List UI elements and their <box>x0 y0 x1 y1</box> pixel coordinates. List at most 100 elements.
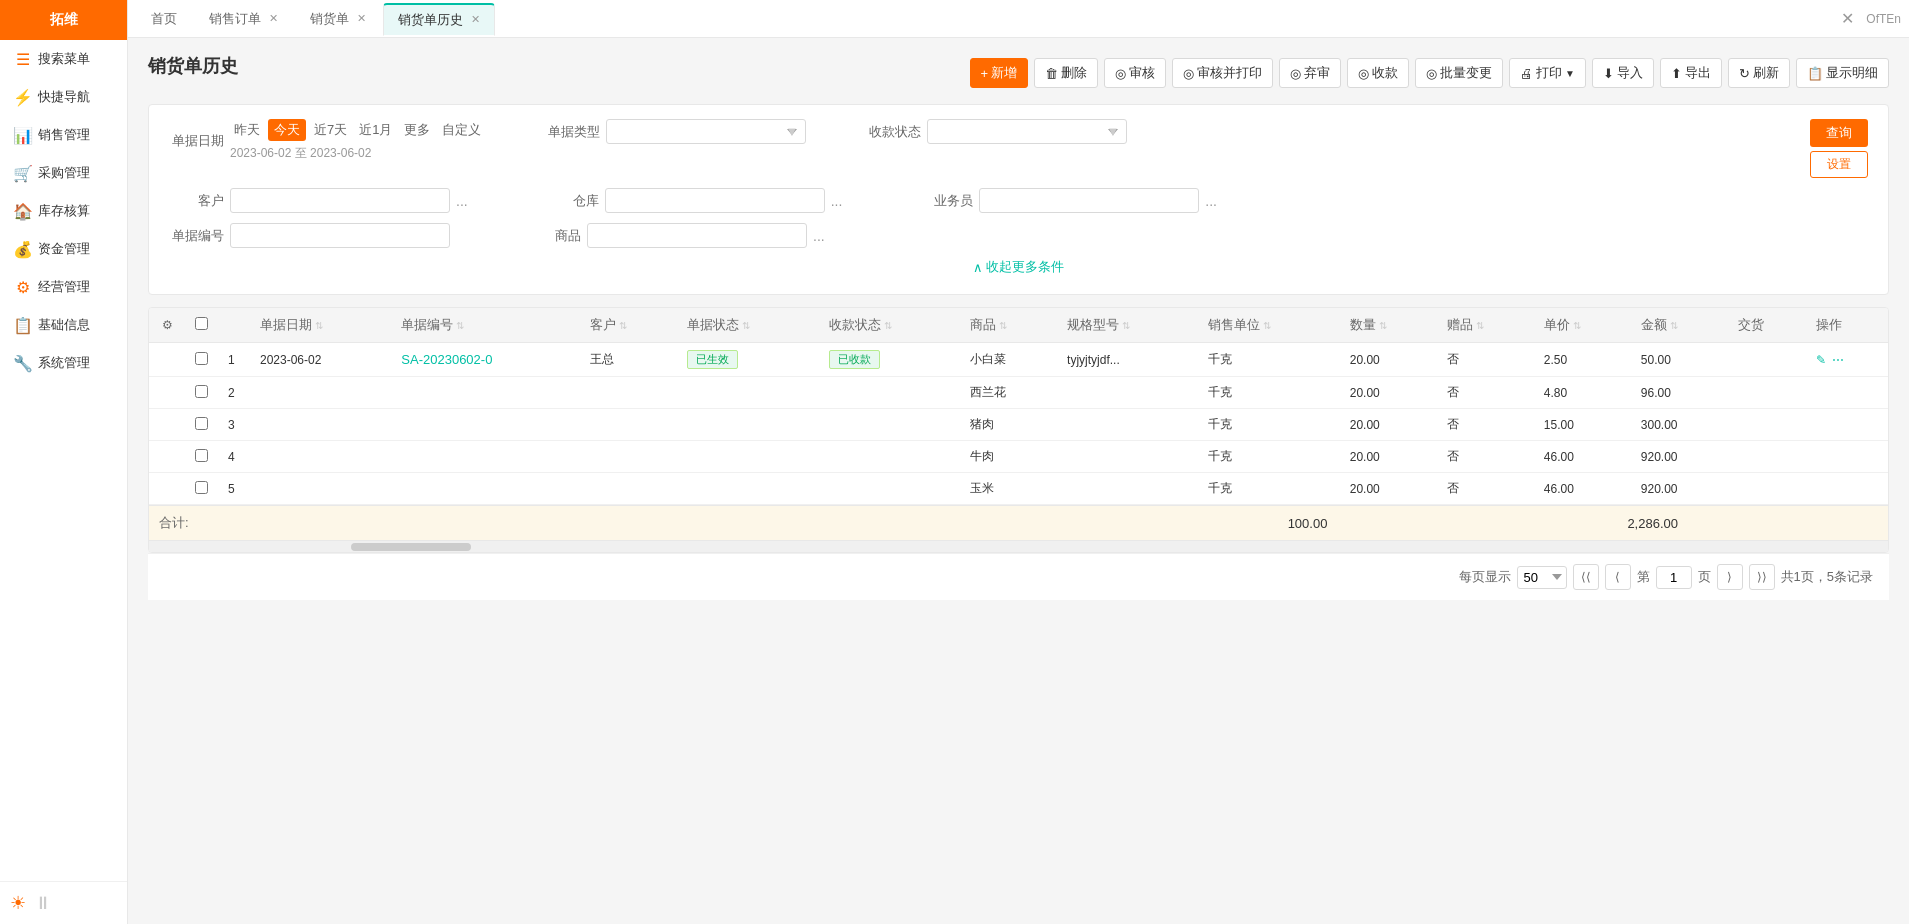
page-size-select[interactable]: 20 50 100 <box>1517 566 1567 589</box>
row-checkbox[interactable] <box>195 417 208 430</box>
th-spec[interactable]: 规格型号⇅ <box>1057 308 1198 343</box>
warehouse-dots[interactable]: ... <box>831 193 843 209</box>
tab-sales-order[interactable]: 销售订单 ✕ <box>194 3 293 35</box>
th-settings[interactable]: ⚙ <box>149 308 185 343</box>
tab-sales-history-close[interactable]: ✕ <box>471 13 480 26</box>
horizontal-scrollbar[interactable] <box>149 540 1888 552</box>
th-amount[interactable]: 金额⇅ <box>1631 308 1728 343</box>
tab-home[interactable]: 首页 <box>136 3 192 35</box>
th-doc-no[interactable]: 单据编号⇅ <box>391 308 580 343</box>
th-unit[interactable]: 销售单位⇅ <box>1198 308 1339 343</box>
tab-sales-history[interactable]: 销货单历史 ✕ <box>383 3 495 36</box>
audit-icon: ◎ <box>1115 66 1126 81</box>
row-checkbox[interactable] <box>195 385 208 398</box>
tab-sales-order-close[interactable]: ✕ <box>269 12 278 25</box>
customer-dots[interactable]: ... <box>456 193 468 209</box>
print-button[interactable]: 🖨 打印 ▼ <box>1509 58 1586 88</box>
first-page-button[interactable]: ⟨⟨ <box>1573 564 1599 590</box>
sidebar-bottom-icon1[interactable]: ☀ <box>10 892 26 914</box>
doc-type-input[interactable] <box>606 119 806 144</box>
goods-dots[interactable]: ... <box>813 228 825 244</box>
doc-no-link[interactable]: SA-20230602-0 <box>401 352 492 367</box>
sidebar-item-basic-info[interactable]: 📋 基础信息 <box>0 306 127 344</box>
scroll-thumb[interactable] <box>351 543 471 551</box>
sidebar-bottom-icon2[interactable]: ⏸ <box>34 893 52 914</box>
sidebar-item-search-menu[interactable]: ☰ 搜索菜单 <box>0 40 127 78</box>
td-checkbox[interactable] <box>185 343 218 377</box>
sidebar-item-ops-mgmt[interactable]: ⚙ 经营管理 <box>0 268 127 306</box>
th-customer[interactable]: 客户⇅ <box>580 308 677 343</box>
audit-print-button[interactable]: ◎ 审核并打印 <box>1172 58 1273 88</box>
td-doc-no[interactable] <box>391 441 580 473</box>
td-action[interactable] <box>1806 377 1888 409</box>
show-detail-button[interactable]: 📋 显示明细 <box>1796 58 1889 88</box>
row-checkbox[interactable] <box>195 481 208 494</box>
row-checkbox[interactable] <box>195 352 208 365</box>
th-doc-status[interactable]: 单据状态⇅ <box>677 308 818 343</box>
sidebar-item-sales-mgmt[interactable]: 📊 销售管理 <box>0 116 127 154</box>
sidebar-item-sys-mgmt[interactable]: 🔧 系统管理 <box>0 344 127 382</box>
page-number-input[interactable] <box>1656 566 1692 589</box>
more-btn[interactable]: ⋯ <box>1832 353 1844 367</box>
th-gift[interactable]: 赠品⇅ <box>1437 308 1534 343</box>
td-doc-no[interactable] <box>391 377 580 409</box>
doc-no-input[interactable] <box>230 223 450 248</box>
shortcut-today[interactable]: 今天 <box>268 119 306 141</box>
sidebar-item-purchase-mgmt[interactable]: 🛒 采购管理 <box>0 154 127 192</box>
shortcut-last7[interactable]: 近7天 <box>310 119 351 141</box>
td-checkbox[interactable] <box>185 377 218 409</box>
staff-input[interactable] <box>979 188 1199 213</box>
shortcut-more[interactable]: 更多 <box>400 119 434 141</box>
warehouse-input[interactable] <box>605 188 825 213</box>
shortcut-yesterday[interactable]: 昨天 <box>230 119 264 141</box>
td-action[interactable] <box>1806 441 1888 473</box>
edit-btn[interactable]: ✎ <box>1816 353 1826 367</box>
td-settings <box>149 409 185 441</box>
td-checkbox[interactable] <box>185 409 218 441</box>
batch-change-button[interactable]: ◎ 批量变更 <box>1415 58 1503 88</box>
th-price[interactable]: 单价⇅ <box>1534 308 1631 343</box>
next-page-button[interactable]: ⟩ <box>1717 564 1743 590</box>
th-goods[interactable]: 商品⇅ <box>960 308 1057 343</box>
sidebar-item-inventory[interactable]: 🏠 库存核算 <box>0 192 127 230</box>
select-all-checkbox[interactable] <box>195 317 208 330</box>
collect-label: 收款 <box>1372 64 1398 82</box>
goods-input[interactable] <box>587 223 807 248</box>
abandon-button[interactable]: ◎ 弃审 <box>1279 58 1341 88</box>
td-doc-no[interactable]: SA-20230602-0 <box>391 343 580 377</box>
new-button[interactable]: + 新增 <box>970 58 1029 88</box>
collect-button[interactable]: ◎ 收款 <box>1347 58 1409 88</box>
th-payment-status[interactable]: 收款状态⇅ <box>819 308 960 343</box>
refresh-button[interactable]: ↻ 刷新 <box>1728 58 1790 88</box>
th-qty[interactable]: 数量⇅ <box>1340 308 1437 343</box>
tab-sales-goods[interactable]: 销货单 ✕ <box>295 3 381 35</box>
sidebar-item-quick-nav[interactable]: ⚡ 快捷导航 <box>0 78 127 116</box>
export-button[interactable]: ⬆ 导出 <box>1660 58 1722 88</box>
import-button[interactable]: ⬇ 导入 <box>1592 58 1654 88</box>
sidebar-item-capital-mgmt[interactable]: 💰 资金管理 <box>0 230 127 268</box>
td-action[interactable]: ✎⋯ <box>1806 343 1888 377</box>
td-doc-no[interactable] <box>391 473 580 505</box>
td-checkbox[interactable] <box>185 473 218 505</box>
prev-page-button[interactable]: ⟨ <box>1605 564 1631 590</box>
td-checkbox[interactable] <box>185 441 218 473</box>
tab-sales-goods-close[interactable]: ✕ <box>357 12 366 25</box>
td-doc-no[interactable] <box>391 409 580 441</box>
tab-bar-close-all[interactable]: ✕ <box>1841 9 1854 28</box>
th-doc-date[interactable]: 单据日期⇅ <box>250 308 391 343</box>
last-page-button[interactable]: ⟩⟩ <box>1749 564 1775 590</box>
shortcut-last1m[interactable]: 近1月 <box>355 119 396 141</box>
settings-button[interactable]: 设置 <box>1810 151 1868 178</box>
th-checkbox[interactable] <box>185 308 218 343</box>
query-button[interactable]: 查询 <box>1810 119 1868 147</box>
staff-dots[interactable]: ... <box>1205 193 1217 209</box>
td-action[interactable] <box>1806 409 1888 441</box>
delete-button[interactable]: 🗑 删除 <box>1034 58 1098 88</box>
audit-button[interactable]: ◎ 审核 <box>1104 58 1166 88</box>
shortcut-custom[interactable]: 自定义 <box>438 119 485 141</box>
payment-status-input[interactable] <box>927 119 1127 144</box>
collapse-button[interactable]: ∧ 收起更多条件 <box>973 258 1064 276</box>
row-checkbox[interactable] <box>195 449 208 462</box>
customer-input[interactable] <box>230 188 450 213</box>
td-action[interactable] <box>1806 473 1888 505</box>
